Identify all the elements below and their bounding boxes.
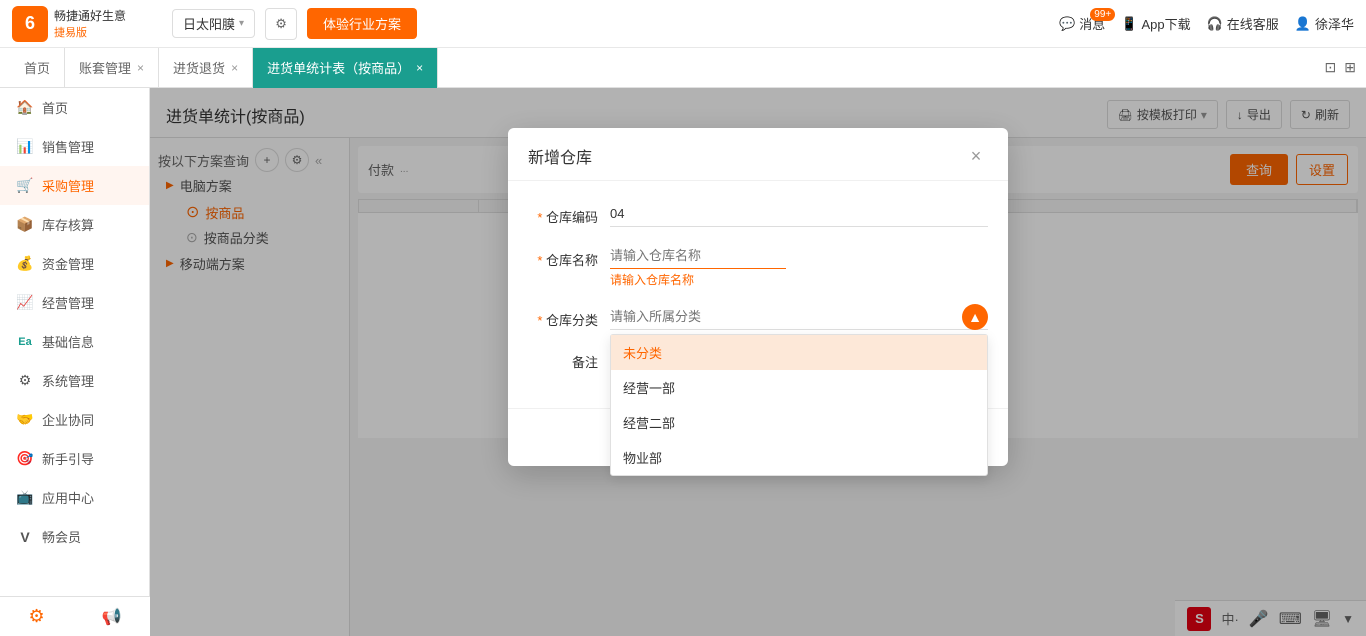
system-icon: ⚙: [16, 372, 34, 390]
user-menu[interactable]: 👤 徐泽华: [1295, 14, 1354, 33]
sidebar-item-vip[interactable]: V 畅会员: [0, 517, 149, 556]
add-warehouse-dialog: 新增仓库 × 仓库编码 仓库名称 请输入仓库名称: [508, 128, 1008, 466]
sidebar-item-enterprise[interactable]: 🤝 企业协同: [0, 400, 149, 439]
enterprise-icon: 🤝: [16, 411, 34, 429]
name-input[interactable]: [610, 243, 786, 269]
guide-icon: 🎯: [16, 450, 34, 468]
page-content: 进货单统计(按商品) 🖨 按模板打印 ▾ ↓ 导出 ↻ 刷新: [150, 88, 1366, 636]
dropdown-item-dept3[interactable]: 物业部: [611, 440, 987, 475]
sidebar-item-sales[interactable]: 📊 销售管理: [0, 127, 149, 166]
sidebar-item-guide[interactable]: 🎯 新手引导: [0, 439, 149, 478]
apps-icon: 📺: [16, 489, 34, 507]
settings-icon[interactable]: ⚙: [265, 8, 297, 40]
notes-label: 备注: [528, 346, 598, 371]
settings-small-icon[interactable]: ⚙: [28, 606, 44, 627]
restore-icon[interactable]: ⊡: [1325, 59, 1337, 76]
tab-home[interactable]: 首页: [10, 48, 65, 88]
vip-icon: V: [16, 528, 34, 546]
sidebar-item-home[interactable]: 🏠 首页: [0, 88, 149, 127]
logo-text: 畅捷通好生意 捷易版: [54, 7, 126, 40]
sidebar-item-system[interactable]: ⚙ 系统管理: [0, 361, 149, 400]
sales-icon: 📊: [16, 138, 34, 156]
finance-icon: 💰: [16, 255, 34, 273]
inventory-icon: 📦: [16, 216, 34, 234]
home-icon: 🏠: [16, 99, 34, 117]
category-input[interactable]: [610, 304, 988, 330]
sidebar-item-purchase[interactable]: 🛒 采购管理: [0, 166, 149, 205]
tab-purchase-return[interactable]: 进货退货 ×: [159, 48, 253, 88]
top-header: 6 畅捷通好生意 捷易版 日太阳膜 ▾ ⚙ 体验行业方案 💬 消息 99+ 📱 …: [0, 0, 1366, 48]
speaker-icon[interactable]: 📢: [102, 607, 122, 627]
dialog-header: 新增仓库 ×: [508, 128, 1008, 181]
dropdown-item-dept1[interactable]: 经营一部: [611, 370, 987, 405]
category-dropdown: 未分类 经营一部 经营二部 物业部: [610, 334, 988, 476]
dropdown-item-dept2[interactable]: 经营二部: [611, 405, 987, 440]
app-icon: 📱: [1121, 16, 1137, 32]
code-field-row: 仓库编码: [528, 201, 988, 227]
close-icon[interactable]: ×: [137, 61, 144, 75]
dialog-title: 新增仓库: [528, 144, 592, 168]
chevron-down-icon: ▾: [239, 18, 244, 29]
experience-button[interactable]: 体验行业方案: [307, 8, 417, 39]
sidebar-item-inventory[interactable]: 📦 库存核算: [0, 205, 149, 244]
close-icon[interactable]: ×: [416, 61, 423, 75]
message-icon: 💬: [1059, 16, 1075, 32]
tab-purchase-stats[interactable]: 进货单统计表（按商品） ×: [253, 48, 438, 88]
tab-account[interactable]: 账套管理 ×: [65, 48, 159, 88]
code-label: 仓库编码: [528, 201, 598, 226]
code-input[interactable]: [610, 201, 988, 227]
expand-icon[interactable]: ⊞: [1344, 59, 1356, 76]
tab-bar-right: ⊡ ⊞: [1325, 59, 1356, 76]
basic-icon: Ea: [16, 333, 34, 351]
user-icon: 👤: [1295, 16, 1311, 32]
sidebar: 🏠 首页 📊 销售管理 🛒 采购管理 📦 库存核算 💰 资金管理 📈 经营管理 …: [0, 88, 150, 636]
app-download-button[interactable]: 📱 App下载: [1121, 14, 1190, 33]
dialog-close-button[interactable]: ×: [964, 144, 988, 168]
tab-bar: 首页 账套管理 × 进货退货 × 进货单统计表（按商品） × ⊡ ⊞: [0, 48, 1366, 88]
category-field-row: 仓库分类 ▲ 未分类 经营一部 经营二部 物业部: [528, 304, 988, 330]
category-toggle-button[interactable]: ▲: [962, 304, 988, 330]
name-error-message: 请输入仓库名称: [610, 271, 694, 288]
sidebar-item-finance[interactable]: 💰 资金管理: [0, 244, 149, 283]
logo-area: 6 畅捷通好生意 捷易版: [12, 6, 162, 42]
chevron-up-icon: ▲: [968, 309, 982, 325]
operation-icon: 📈: [16, 294, 34, 312]
category-label: 仓库分类: [528, 304, 598, 329]
header-right: 💬 消息 99+ 📱 App下载 🎧 在线客服 👤 徐泽华: [1059, 14, 1354, 33]
logo-icon: 6: [12, 6, 48, 42]
close-icon[interactable]: ×: [231, 61, 238, 75]
store-selector[interactable]: 日太阳膜 ▾: [172, 9, 255, 38]
category-wrapper: ▲ 未分类 经营一部 经营二部 物业部: [610, 304, 988, 330]
purchase-icon: 🛒: [16, 177, 34, 195]
sidebar-item-basic[interactable]: Ea 基础信息: [0, 322, 149, 361]
online-service-button[interactable]: 🎧 在线客服: [1207, 14, 1279, 33]
dialog-body: 仓库编码 仓库名称 请输入仓库名称 仓库分类: [508, 181, 1008, 408]
name-field-row: 仓库名称 请输入仓库名称: [528, 243, 988, 288]
sidebar-item-operation[interactable]: 📈 经营管理: [0, 283, 149, 322]
name-label: 仓库名称: [528, 244, 598, 269]
modal-overlay: 新增仓库 × 仓库编码 仓库名称 请输入仓库名称: [150, 88, 1366, 636]
message-button[interactable]: 💬 消息 99+: [1059, 14, 1105, 33]
sidebar-item-apps[interactable]: 📺 应用中心: [0, 478, 149, 517]
main-layout: 🏠 首页 📊 销售管理 🛒 采购管理 📦 库存核算 💰 资金管理 📈 经营管理 …: [0, 88, 1366, 636]
headset-icon: 🎧: [1207, 16, 1223, 32]
sidebar-footer: ⚙ 📢: [0, 596, 150, 636]
dropdown-item-uncategorized[interactable]: 未分类: [611, 335, 987, 370]
